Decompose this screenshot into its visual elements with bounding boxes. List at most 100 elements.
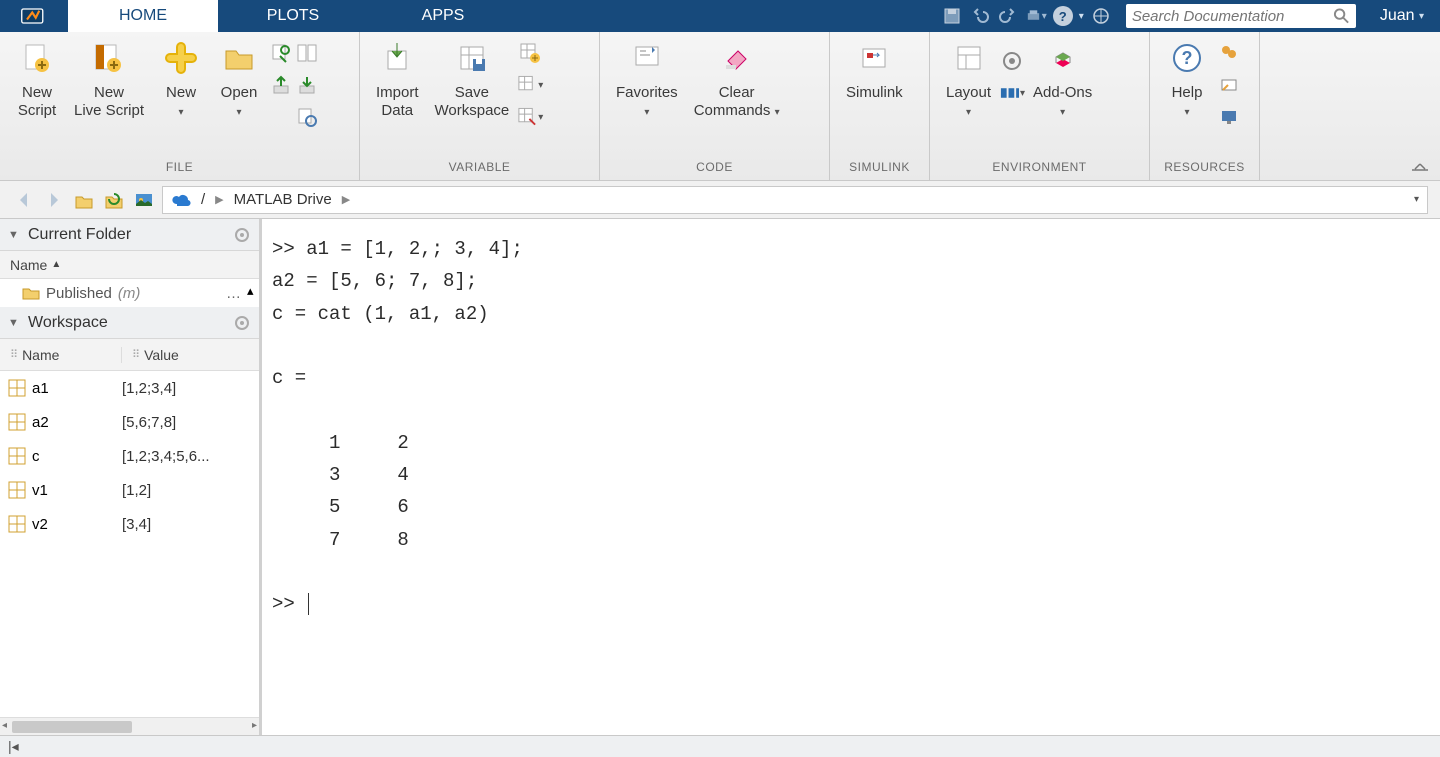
- scroll-left-icon[interactable]: ◂: [2, 720, 7, 731]
- workspace-variable-row[interactable]: c[1,2;3,4;5,6...: [0, 439, 259, 473]
- new-variable-icon[interactable]: [517, 40, 543, 66]
- user-menu[interactable]: Juan ▾: [1364, 0, 1440, 32]
- redo-icon[interactable]: [997, 5, 1019, 27]
- ribbon-group-environment: Layout▾ ▾ Add-Ons▾ ENVIRONMENT: [930, 32, 1150, 180]
- main-area: ▼ Current Folder Name▲ ▴ Published (m)… …: [0, 219, 1440, 735]
- path-box[interactable]: / ▶ MATLAB Drive ▶ ▾: [162, 186, 1428, 214]
- current-folder-header[interactable]: ▼ Current Folder: [0, 219, 259, 251]
- address-bar: / ▶ MATLAB Drive ▶ ▾: [0, 181, 1440, 219]
- new-script-button[interactable]: New Script: [8, 38, 66, 122]
- command-window[interactable]: >> a1 = [1, 2,; 3, 4]; a2 = [5, 6; 7, 8]…: [262, 219, 1440, 735]
- tab-apps[interactable]: APPS: [368, 0, 518, 32]
- learn-icon[interactable]: [1216, 104, 1242, 130]
- help-dropdown-icon[interactable]: ▾: [1079, 11, 1084, 22]
- preview-icon[interactable]: [294, 104, 320, 130]
- clear-commands-button[interactable]: Clear Commands ▾: [686, 38, 788, 124]
- search-icon: [1333, 7, 1350, 25]
- workspace-variable-row[interactable]: v1[1,2]: [0, 473, 259, 507]
- new-live-script-button[interactable]: New Live Script: [66, 38, 152, 122]
- menu-tab-bar: HOME PLOTS APPS ▾ ? ▾ Juan ▾: [0, 0, 1440, 32]
- current-folder-columns[interactable]: Name▲: [0, 251, 259, 279]
- folder-row[interactable]: Published (m)…: [0, 279, 259, 307]
- refresh-icon[interactable]: [102, 188, 126, 212]
- forward-icon[interactable]: [42, 188, 66, 212]
- workspace-col-name[interactable]: ⠿Name: [0, 347, 122, 363]
- save-icon[interactable]: [941, 5, 963, 27]
- ribbon-group-resources: ? Help▾ RESOURCES: [1150, 32, 1260, 180]
- collapse-ribbon-icon[interactable]: [1410, 162, 1430, 174]
- import-data-button[interactable]: Import Data: [368, 38, 427, 122]
- path-dropdown-icon[interactable]: ▾: [1414, 194, 1419, 205]
- ribbon-label-variable: VARIABLE: [360, 160, 599, 180]
- tab-home[interactable]: HOME: [68, 0, 218, 32]
- addons-button[interactable]: Add-Ons▾: [1025, 38, 1100, 124]
- sort-asc-icon: ▲: [51, 259, 61, 270]
- back-icon[interactable]: [12, 188, 36, 212]
- ribbon-label-environment: ENVIRONMENT: [930, 160, 1149, 180]
- new-button[interactable]: New▾: [152, 38, 210, 124]
- simulink-button[interactable]: Simulink: [838, 38, 911, 104]
- community-icon[interactable]: [1216, 40, 1242, 66]
- save-workspace-button[interactable]: Save Workspace: [427, 38, 518, 122]
- ribbon-group-file: New Script New Live Script New▾ Open▾: [0, 32, 360, 180]
- ribbon-label-code: CODE: [600, 160, 829, 180]
- clear-workspace-icon[interactable]: ▾: [517, 104, 543, 130]
- help-icon[interactable]: ?: [1053, 6, 1073, 26]
- ribbon-label-simulink: SIMULINK: [830, 160, 929, 180]
- compare-icon[interactable]: [294, 40, 320, 66]
- workspace-variable-row[interactable]: a2[5,6;7,8]: [0, 405, 259, 439]
- left-pane: ▼ Current Folder Name▲ ▴ Published (m)… …: [0, 219, 262, 735]
- panel-menu-icon[interactable]: [233, 314, 251, 332]
- collapse-icon[interactable]: ▼: [8, 317, 22, 329]
- help-button[interactable]: ? Help▾: [1158, 38, 1216, 124]
- find-files-icon[interactable]: [268, 40, 294, 66]
- scroll-right-icon[interactable]: ▸: [252, 720, 257, 731]
- ribbon: New Script New Live Script New▾ Open▾: [0, 32, 1440, 181]
- request-support-icon[interactable]: [1216, 72, 1242, 98]
- print-icon[interactable]: ▾: [1025, 5, 1047, 27]
- upload-icon[interactable]: [268, 72, 294, 98]
- collapse-icon[interactable]: ▼: [8, 229, 22, 241]
- workspace-variable-row[interactable]: v2[3,4]: [0, 507, 259, 541]
- rewind-icon[interactable]: |◂: [8, 738, 19, 755]
- workspace-title: Workspace: [28, 314, 108, 332]
- layout-button[interactable]: Layout▾: [938, 38, 999, 124]
- up-folder-icon[interactable]: [72, 188, 96, 212]
- preferences-icon[interactable]: [999, 48, 1025, 74]
- matlab-logo: [0, 0, 68, 32]
- open-variable-icon[interactable]: ▾: [517, 72, 543, 98]
- scrollbar-thumb[interactable]: [12, 721, 132, 733]
- scroll-up-icon[interactable]: ▴: [247, 283, 257, 299]
- search-box[interactable]: [1126, 4, 1356, 28]
- ribbon-label-file: FILE: [0, 160, 359, 180]
- workspace-header[interactable]: ▼ Workspace: [0, 307, 259, 339]
- path-separator-icon[interactable]: ▶: [342, 193, 350, 206]
- path-folder[interactable]: MATLAB Drive: [234, 191, 332, 208]
- workspace-list: a1[1,2;3,4]a2[5,6;7,8]c[1,2;3,4;5,6...v1…: [0, 371, 259, 717]
- ribbon-group-code: Favorites▾ Clear Commands ▾ CODE: [600, 32, 830, 180]
- current-folder-list: ▴ Published (m)…: [0, 279, 259, 307]
- path-separator-icon: ▶: [215, 193, 223, 206]
- cloud-icon: [171, 192, 191, 208]
- svg-text:?: ?: [1182, 48, 1193, 68]
- undo-icon[interactable]: [969, 5, 991, 27]
- horizontal-scrollbar[interactable]: ◂ ▸: [0, 717, 259, 735]
- open-button[interactable]: Open▾: [210, 38, 268, 124]
- path-root: /: [201, 191, 205, 208]
- favorites-button[interactable]: Favorites▾: [608, 38, 686, 124]
- browse-icon[interactable]: [132, 188, 156, 212]
- tab-plots[interactable]: PLOTS: [218, 0, 368, 32]
- globe-icon[interactable]: [1090, 5, 1112, 27]
- workspace-variable-row[interactable]: a1[1,2;3,4]: [0, 371, 259, 405]
- search-input[interactable]: [1132, 8, 1333, 25]
- download-icon[interactable]: [294, 72, 320, 98]
- ribbon-group-variable: Import Data Save Workspace ▾ ▾ VARIABLE: [360, 32, 600, 180]
- workspace-columns: ⠿Name ⠿Value: [0, 339, 259, 371]
- ribbon-label-resources: RESOURCES: [1150, 160, 1259, 180]
- panel-menu-icon[interactable]: [233, 226, 251, 244]
- ribbon-group-simulink: Simulink SIMULINK: [830, 32, 930, 180]
- workspace-col-value[interactable]: ⠿Value: [122, 347, 189, 363]
- current-folder-title: Current Folder: [28, 226, 131, 244]
- status-bar: |◂: [0, 735, 1440, 757]
- set-path-icon[interactable]: ▾: [999, 80, 1025, 106]
